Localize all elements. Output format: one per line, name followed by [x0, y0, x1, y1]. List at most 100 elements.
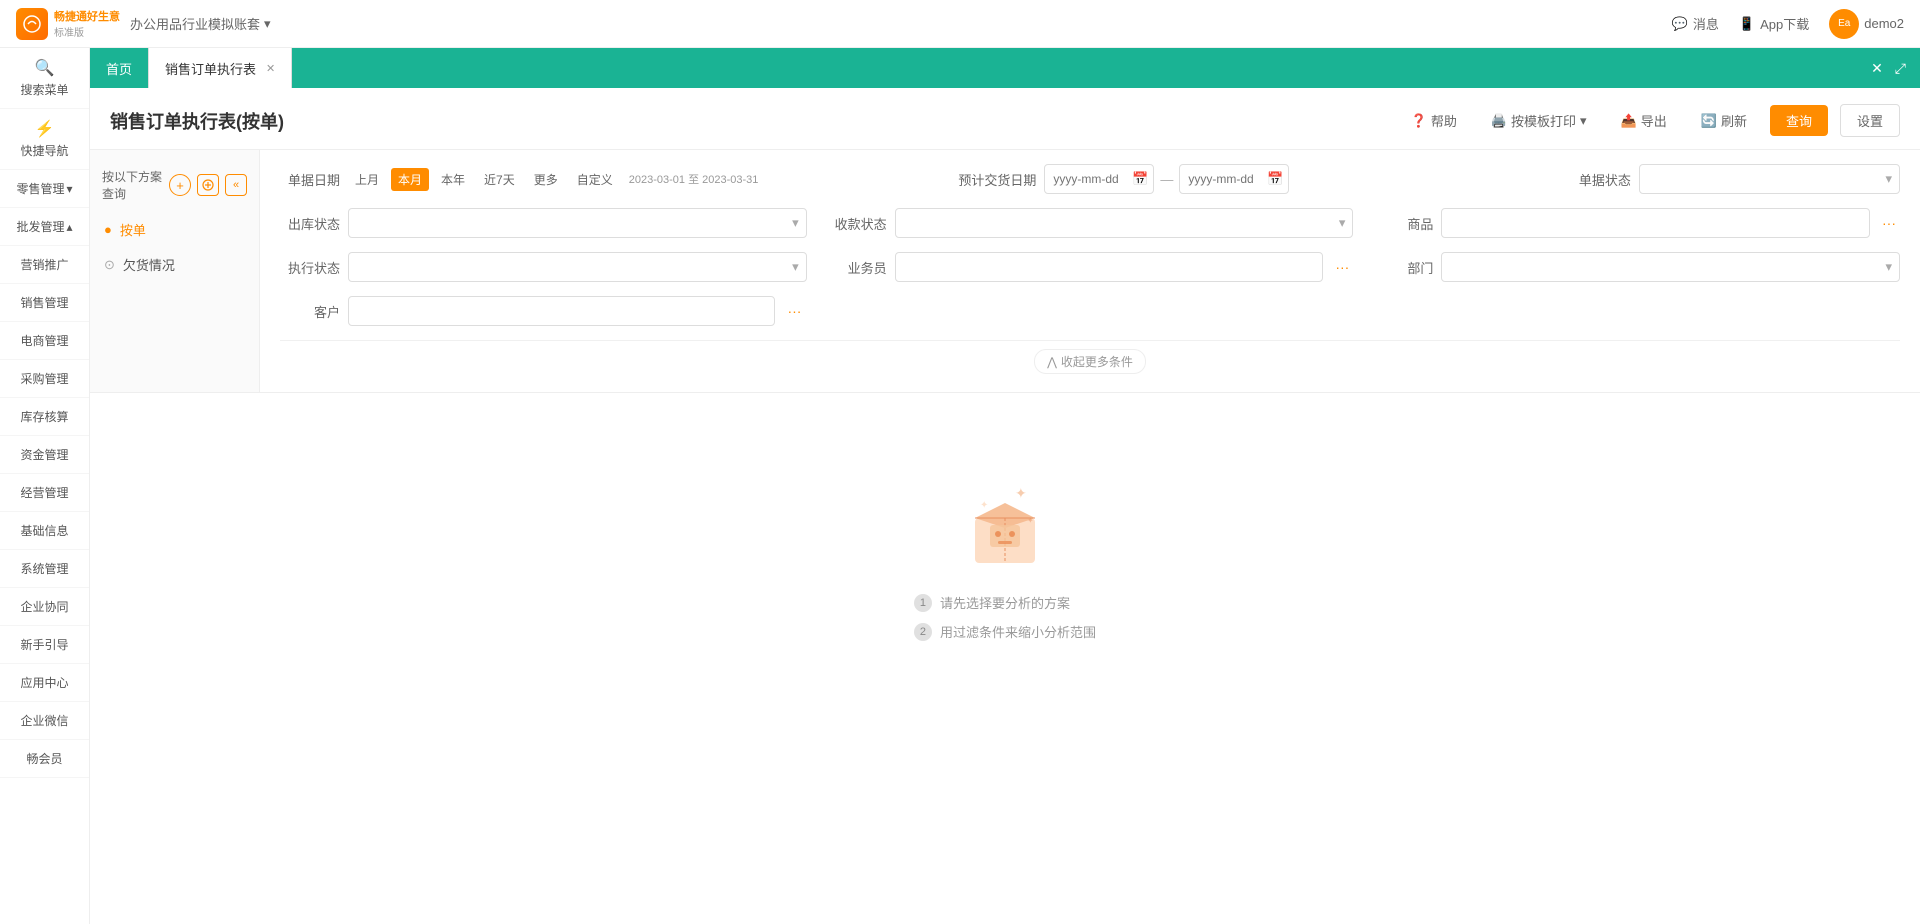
sidebar-item-wholesale[interactable]: 批发管理 ▴	[0, 208, 89, 246]
date-tab-current-month[interactable]: 本月	[391, 168, 429, 191]
add-filter-button[interactable]: +	[169, 174, 191, 196]
sidebar-item-marketing[interactable]: 营销推广	[0, 246, 89, 284]
message-action[interactable]: 💬 消息	[1672, 14, 1719, 33]
sidebar-item-label: 应用中心	[20, 674, 68, 691]
product-label: 商品	[1373, 214, 1433, 233]
sidebar-item-ecommerce[interactable]: 电商管理	[0, 322, 89, 360]
page-title: 销售订单执行表(按单)	[110, 108, 284, 134]
sidebar-item-basic[interactable]: 基础信息	[0, 512, 89, 550]
expected-date-range: 📅 — 📅	[1044, 164, 1550, 194]
template-print-button[interactable]: 🖨️ 按模板打印 ▾	[1480, 105, 1598, 136]
date-tab-custom[interactable]: 自定义	[570, 168, 620, 191]
logo-text: 畅捷通好生意 标准版	[54, 8, 120, 39]
filter-by-debt[interactable]: ⊙ 欠货情况	[90, 247, 259, 282]
out-status-select[interactable]	[348, 208, 807, 238]
customer-label: 客户	[280, 302, 340, 321]
dept-select[interactable]	[1441, 252, 1900, 282]
filter-settings-icon[interactable]	[197, 174, 219, 196]
product-input[interactable]	[1441, 208, 1870, 238]
header-left: 畅捷通好生意 标准版 办公用品行业模拟账套 ▾	[16, 8, 271, 40]
expected-date-end-input[interactable]	[1179, 164, 1289, 194]
salesperson-more-icon[interactable]: ···	[1331, 259, 1353, 275]
svg-text:✦: ✦	[1027, 516, 1034, 525]
help-icon: ❓	[1411, 113, 1427, 129]
customer-more-icon[interactable]: ···	[783, 303, 805, 319]
print-icon: 🖨️	[1491, 113, 1507, 129]
sidebar-item-label: 批发管理 ▴	[16, 218, 72, 235]
sidebar-item-search-menu[interactable]: 🔍 搜索菜单	[0, 48, 89, 109]
sidebar-item-sales[interactable]: 销售管理	[0, 284, 89, 322]
filter-row-1: 单据日期 上月 本月 本年 近7天 更多 自定义 2023-03-01 至 20…	[280, 164, 1900, 194]
status-label: 单据状态	[1571, 170, 1631, 189]
refresh-button[interactable]: 🔄 刷新	[1690, 105, 1758, 136]
sidebar-item-label: 零售管理 ▾	[16, 180, 72, 197]
close-tab-icon[interactable]: ✕	[266, 62, 275, 75]
sidebar-item-finance[interactable]: 资金管理	[0, 436, 89, 474]
date-tab-current-year[interactable]: 本年	[434, 168, 472, 191]
user-action[interactable]: Ea demo2	[1829, 9, 1904, 39]
tab-home[interactable]: 首页	[90, 48, 149, 88]
settings-button[interactable]: 设置	[1840, 104, 1900, 137]
sidebar-item-system[interactable]: 系统管理	[0, 550, 89, 588]
sidebar-item-label: 搜索菜单	[20, 81, 68, 98]
query-button[interactable]: 查询	[1770, 105, 1828, 136]
nav-selector-label: 办公用品行业模拟账套	[130, 14, 260, 33]
expected-date-start-wrap: 📅	[1044, 164, 1154, 194]
sidebar-item-vip[interactable]: 畅会员	[0, 740, 89, 778]
filter-row-4: 客户 ···	[280, 296, 1900, 326]
by-debt-label: 欠货情况	[123, 255, 175, 274]
tab-sales-exec[interactable]: 销售订单执行表 ✕	[149, 48, 292, 88]
exec-status-select-wrap: ▾	[348, 252, 807, 282]
salesperson-input[interactable]	[895, 252, 1324, 282]
export-label: 导出	[1641, 111, 1667, 130]
collapse-filter-sidebar-icon[interactable]: «	[225, 174, 247, 196]
customer-input[interactable]	[348, 296, 775, 326]
status-select[interactable]	[1639, 164, 1900, 194]
collapse-button[interactable]: ⋀ 收起更多条件	[1034, 349, 1146, 374]
filter-sidebar-icons: + «	[169, 174, 247, 196]
exec-status-select[interactable]	[348, 252, 807, 282]
nav-selector[interactable]: 办公用品行业模拟账套 ▾	[130, 14, 271, 33]
filter-by-order[interactable]: ● 按单	[90, 212, 259, 247]
app-download-action[interactable]: 📱 App下载	[1739, 14, 1809, 33]
sidebar-item-retail[interactable]: 零售管理 ▾	[0, 170, 89, 208]
date-tab-last-month[interactable]: 上月	[348, 168, 386, 191]
sidebar-item-label: 基础信息	[20, 522, 68, 539]
dept-select-wrap: ▾	[1441, 252, 1900, 282]
sidebar-item-purchase[interactable]: 采购管理	[0, 360, 89, 398]
sidebar-item-appstore[interactable]: 应用中心	[0, 664, 89, 702]
sidebar-item-wechat[interactable]: 企业微信	[0, 702, 89, 740]
sidebar-item-label: 库存核算	[20, 408, 68, 425]
sidebar-item-enterprise[interactable]: 企业协同	[0, 588, 89, 626]
window-close-icon[interactable]: ✕	[1869, 58, 1885, 79]
collapse-label: 收起更多条件	[1061, 353, 1133, 370]
sidebar-item-business[interactable]: 经营管理	[0, 474, 89, 512]
date-label: 单据日期	[280, 170, 340, 189]
date-tab-7days[interactable]: 近7天	[477, 168, 522, 191]
logo-icon	[16, 8, 48, 40]
expected-date-start-input[interactable]	[1044, 164, 1154, 194]
sidebar-item-label: 电商管理	[20, 332, 68, 349]
sidebar-item-newbie[interactable]: 新手引导	[0, 626, 89, 664]
refresh-label: 刷新	[1721, 111, 1747, 130]
sidebar-item-label: 资金管理	[20, 446, 68, 463]
receipt-status-select[interactable]	[895, 208, 1354, 238]
sidebar-item-label: 系统管理	[20, 560, 68, 577]
by-order-icon: ●	[104, 222, 112, 237]
main-layout: 🔍 搜索菜单 ⚡ 快捷导航 零售管理 ▾ 批发管理 ▴ 营销推广 销售管理 电商…	[0, 48, 1920, 924]
product-more-icon[interactable]: ···	[1878, 215, 1900, 231]
tab-window-controls: ✕ ⤢	[1869, 48, 1920, 88]
chevron-down-icon: ▾	[1580, 113, 1587, 129]
window-maximize-icon[interactable]: ⤢	[1893, 58, 1908, 79]
status-select-wrap: ▾	[1639, 164, 1900, 194]
expected-date-end-wrap: 📅	[1179, 164, 1289, 194]
salesperson-label: 业务员	[827, 258, 887, 277]
sidebar-item-inventory[interactable]: 库存核算	[0, 398, 89, 436]
sidebar-item-quick-nav[interactable]: ⚡ 快捷导航	[0, 109, 89, 170]
export-button[interactable]: 📤 导出	[1610, 105, 1678, 136]
help-button[interactable]: ❓ 帮助	[1400, 105, 1468, 136]
chevron-down-icon: ▾	[66, 182, 72, 196]
svg-text:✦: ✦	[980, 500, 988, 511]
top-header: 畅捷通好生意 标准版 办公用品行业模拟账套 ▾ 💬 消息 📱 App下载 Ea …	[0, 0, 1920, 48]
date-tab-more[interactable]: 更多	[527, 168, 565, 191]
